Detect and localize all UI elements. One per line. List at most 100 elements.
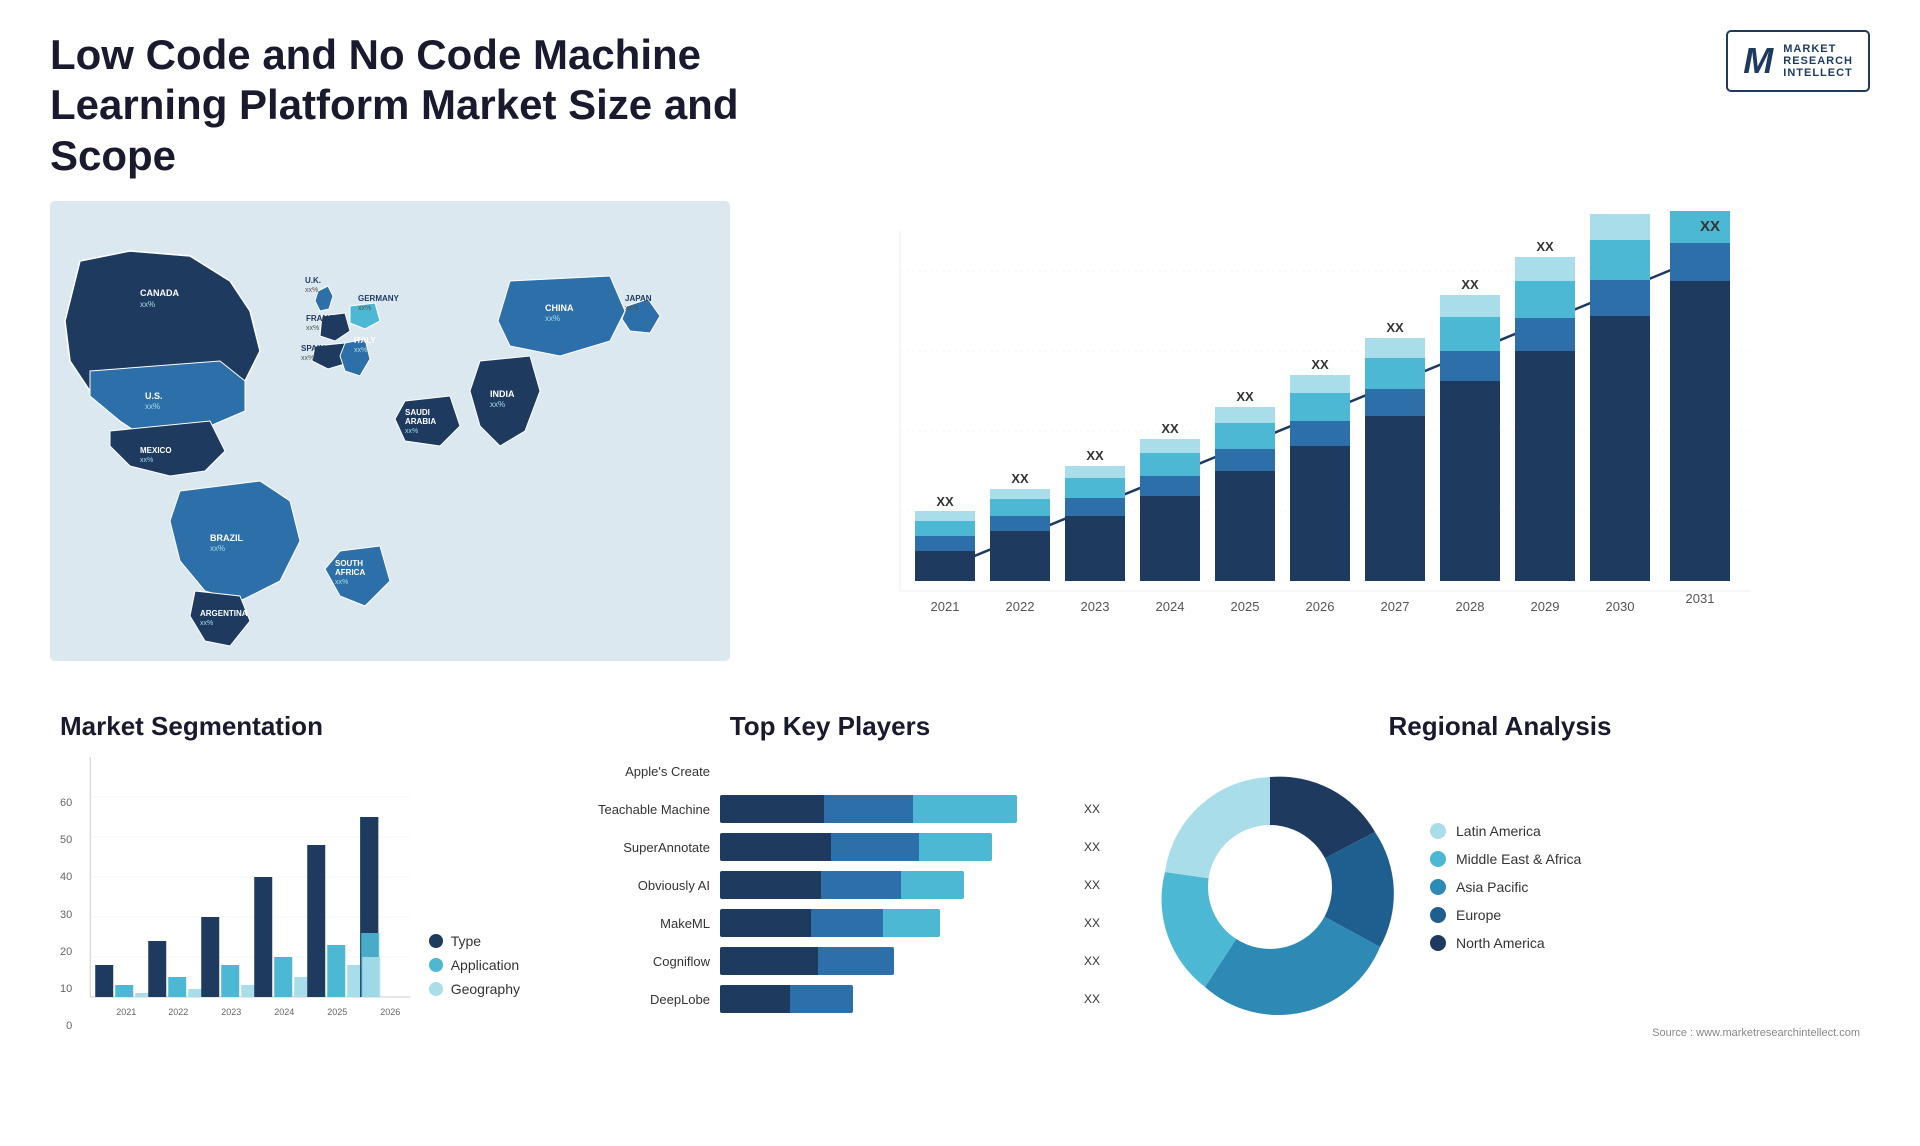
growth-chart: XX 2021 XX 2022 XX 2023 <box>770 211 1850 651</box>
y-label-20: 20 <box>60 946 72 958</box>
svg-text:xx%: xx% <box>200 620 213 627</box>
player-value: XX <box>1084 992 1100 1006</box>
svg-text:XX: XX <box>1086 448 1104 463</box>
y-label-0: 0 <box>60 1020 72 1032</box>
segmentation-title: Market Segmentation <box>60 711 520 742</box>
svg-text:xx%: xx% <box>301 355 314 362</box>
svg-text:ITALY: ITALY <box>354 336 376 345</box>
svg-text:XX: XX <box>1700 218 1720 235</box>
logo-line2: RESEARCH <box>1783 55 1853 67</box>
svg-text:SPAIN: SPAIN <box>301 344 325 353</box>
player-row: Cogniflow XX <box>560 947 1100 975</box>
svg-text:2025: 2025 <box>1231 599 1260 614</box>
player-bar-container <box>720 985 1069 1013</box>
dot-europe <box>1430 907 1446 923</box>
player-bar-container <box>720 795 1069 823</box>
regional-legend: Latin America Middle East & Africa Asia … <box>1430 823 1581 951</box>
player-row: Teachable Machine XX <box>560 795 1100 823</box>
svg-text:XX: XX <box>1461 277 1479 292</box>
svg-text:ARGENTINA: ARGENTINA <box>200 609 248 618</box>
svg-text:xx%: xx% <box>490 400 505 409</box>
svg-text:XX: XX <box>1236 389 1254 404</box>
svg-text:xx%: xx% <box>306 325 319 332</box>
svg-text:XX: XX <box>1011 471 1029 486</box>
legend-dot-geo <box>429 982 443 996</box>
player-value: XX <box>1084 878 1100 892</box>
svg-text:2029: 2029 <box>1531 599 1560 614</box>
page-container: Low Code and No Code Machine Learning Pl… <box>0 0 1920 1146</box>
player-bar-container <box>720 909 1069 937</box>
legend-geo: Geography <box>429 981 520 997</box>
svg-text:xx%: xx% <box>210 544 225 553</box>
player-value: XX <box>1084 840 1100 854</box>
legend-label-app: Application <box>451 957 520 973</box>
legend-dot-app <box>429 958 443 972</box>
world-map-svg: CANADA xx% U.S. xx% MEXICO xx% BRAZIL xx… <box>50 201 730 661</box>
svg-text:INDIA: INDIA <box>490 389 515 399</box>
y-label-50: 50 <box>60 834 72 846</box>
svg-text:xx%: xx% <box>354 347 367 354</box>
svg-text:xx%: xx% <box>545 314 560 323</box>
players-title: Top Key Players <box>560 711 1100 742</box>
dot-asia-pacific <box>1430 879 1446 895</box>
svg-text:xx%: xx% <box>140 457 153 464</box>
svg-text:2024: 2024 <box>274 1007 294 1017</box>
player-name: DeepLobe <box>560 992 710 1007</box>
seg-legend: Type Application Geography <box>429 933 520 1037</box>
player-bar-container <box>720 757 1100 785</box>
legend-europe: Europe <box>1430 907 1581 923</box>
svg-text:U.S.: U.S. <box>145 391 163 401</box>
dot-latin-america <box>1430 823 1446 839</box>
legend-app: Application <box>429 957 520 973</box>
svg-text:SOUTH: SOUTH <box>335 559 363 568</box>
svg-text:2023: 2023 <box>221 1007 241 1017</box>
svg-text:SAUDI: SAUDI <box>405 408 430 417</box>
svg-text:2021: 2021 <box>931 599 960 614</box>
svg-text:xx%: xx% <box>305 287 318 294</box>
player-name: SuperAnnotate <box>560 840 710 855</box>
svg-text:BRAZIL: BRAZIL <box>210 533 243 543</box>
y-label-40: 40 <box>60 871 72 883</box>
svg-text:2026: 2026 <box>1306 599 1335 614</box>
regional-title: Regional Analysis <box>1140 711 1860 742</box>
bottom-row: Market Segmentation 60 50 40 30 20 10 0 <box>50 701 1870 1116</box>
source-text: Source : www.marketresearchintellect.com <box>1140 1027 1860 1039</box>
svg-text:U.K.: U.K. <box>305 276 321 285</box>
svg-text:2025: 2025 <box>327 1007 347 1017</box>
svg-text:xx%: xx% <box>140 300 155 309</box>
top-row: CANADA xx% U.S. xx% MEXICO xx% BRAZIL xx… <box>50 201 1870 681</box>
player-row: MakeML XX <box>560 909 1100 937</box>
svg-text:2030: 2030 <box>1606 599 1635 614</box>
player-bar-container <box>720 947 1069 975</box>
svg-text:xx%: xx% <box>625 305 638 312</box>
svg-text:2031: 2031 <box>1686 591 1715 606</box>
player-name: Apple's Create <box>560 764 710 779</box>
canada-label: CANADA <box>140 288 179 298</box>
svg-text:XX: XX <box>1536 239 1554 254</box>
svg-text:CHINA: CHINA <box>545 303 574 313</box>
svg-text:2023: 2023 <box>1081 599 1110 614</box>
player-name: Obviously AI <box>560 878 710 893</box>
player-row: Obviously AI XX <box>560 871 1100 899</box>
svg-text:XX: XX <box>1161 421 1179 436</box>
player-row: Apple's Create <box>560 757 1100 785</box>
page-title: Low Code and No Code Machine Learning Pl… <box>50 30 850 181</box>
y-label-30: 30 <box>60 909 72 921</box>
svg-text:2024: 2024 <box>1156 599 1185 614</box>
svg-text:2022: 2022 <box>168 1007 188 1017</box>
logo-line3: INTELLECT <box>1783 67 1853 79</box>
legend-middle-east: Middle East & Africa <box>1430 851 1581 867</box>
svg-text:GERMANY: GERMANY <box>358 294 400 303</box>
player-value: XX <box>1084 916 1100 930</box>
player-value: XX <box>1084 954 1100 968</box>
logo: M MARKET RESEARCH INTELLECT <box>1726 30 1870 92</box>
regional-section: Regional Analysis <box>1130 701 1870 1116</box>
svg-text:xx%: xx% <box>145 402 160 411</box>
dot-middle-east <box>1430 851 1446 867</box>
svg-text:2028: 2028 <box>1456 599 1485 614</box>
legend-asia-pacific: Asia Pacific <box>1430 879 1581 895</box>
svg-text:xx%: xx% <box>358 305 371 312</box>
logo-line1: MARKET <box>1783 43 1853 55</box>
player-name: Teachable Machine <box>560 802 710 817</box>
label-asia-pacific: Asia Pacific <box>1456 879 1528 895</box>
